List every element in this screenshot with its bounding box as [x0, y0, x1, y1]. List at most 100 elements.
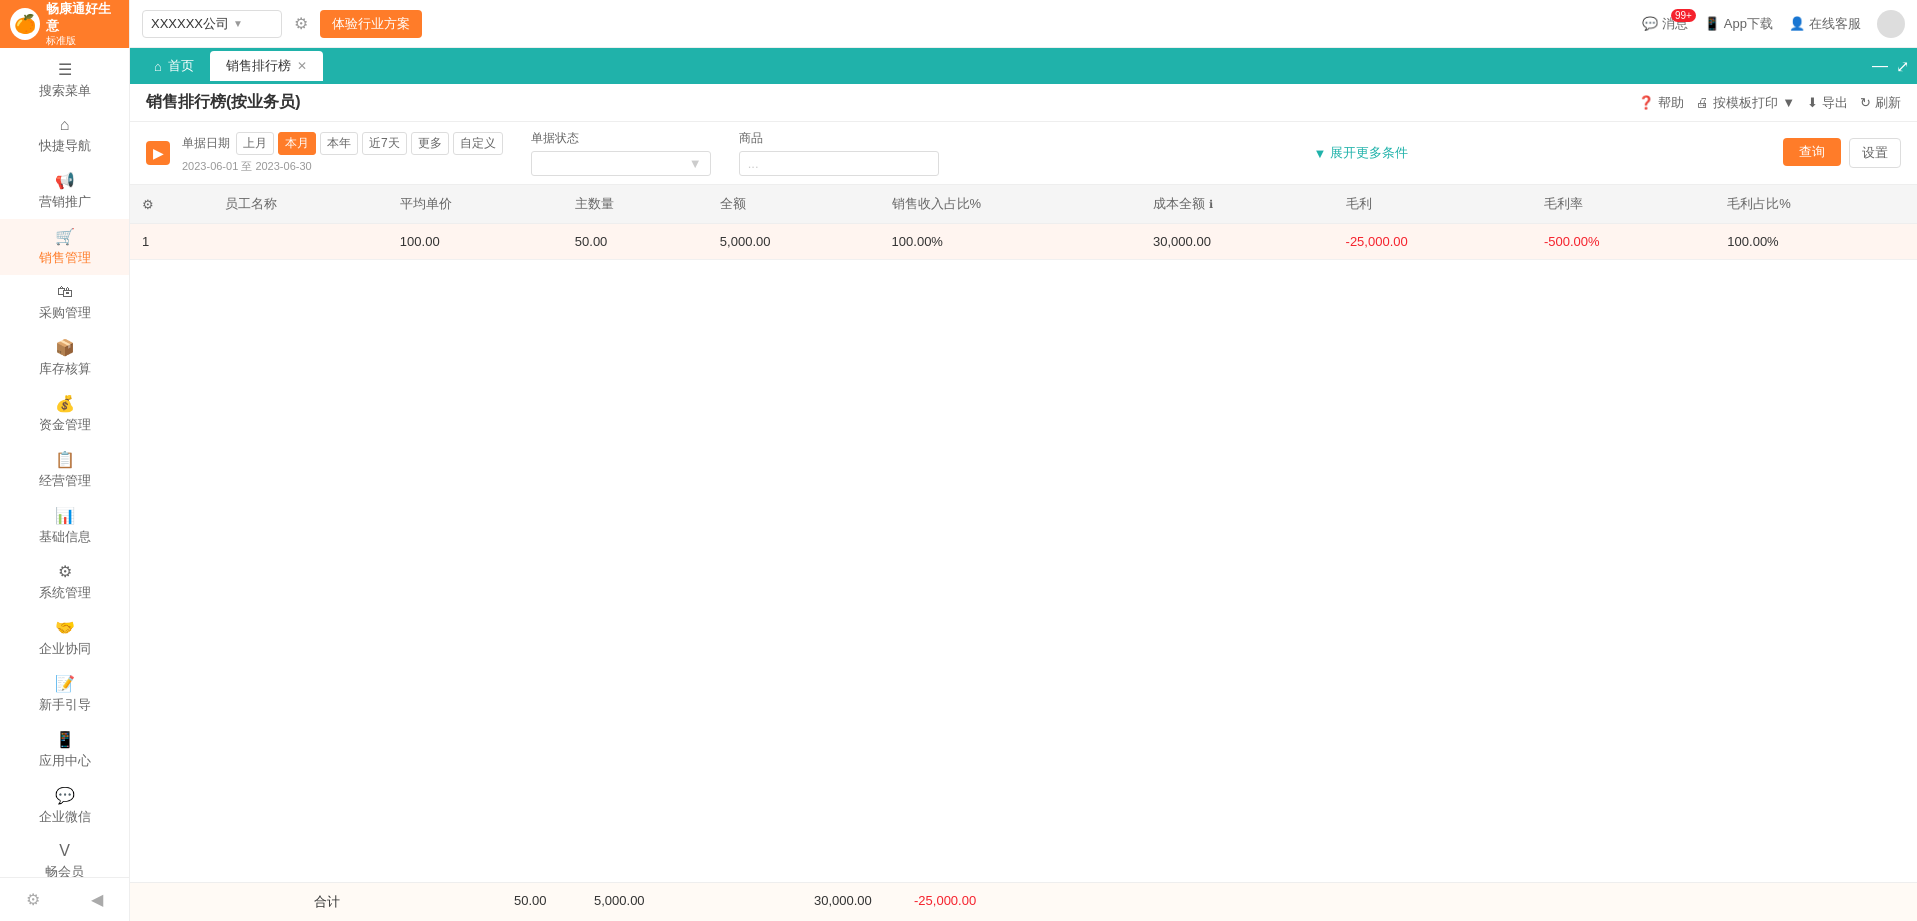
trial-button[interactable]: 体验行业方案	[320, 10, 422, 38]
sidebar-label-guide: 新手引导	[39, 696, 91, 714]
sidebar-label-wechat: 企业微信	[39, 808, 91, 826]
tab-minimize-icon[interactable]: —	[1872, 57, 1888, 75]
col-name: 员工名称	[213, 185, 388, 224]
query-button[interactable]: 查询	[1783, 138, 1841, 166]
date-options: 上月 本月 本年 近7天 更多 自定义	[236, 132, 503, 155]
footer-gross: -25,000.00	[902, 893, 1002, 911]
table-footer: 合计 50.00 5,000.00 30,000.00 -25,000.00	[130, 882, 1917, 921]
sidebar-label-member: 畅会员	[45, 863, 84, 877]
col-settings[interactable]: ⚙	[130, 185, 213, 224]
export-icon: ⬇	[1807, 95, 1818, 110]
date-btn-thismonth[interactable]: 本月	[278, 132, 316, 155]
footer-summary-label: 合计	[302, 893, 402, 911]
refresh-label: 刷新	[1875, 94, 1901, 112]
goods-label: 商品	[739, 130, 939, 147]
expand-icon: ▼	[1313, 146, 1326, 161]
sidebar-collapse-btn[interactable]: ◀	[87, 886, 107, 913]
sidebar-icon-system: ⚙	[58, 562, 72, 581]
date-label: 单据日期	[182, 135, 230, 152]
page-header: 销售排行榜(按业务员) ❓ 帮助 🖨 按模板打印 ▼ ⬇ 导出 ↻ 刷新	[130, 84, 1917, 122]
col-amount: 全额	[708, 185, 880, 224]
sidebar-label-purchase: 采购管理	[39, 304, 91, 322]
date-btn-7days[interactable]: 近7天	[362, 132, 407, 155]
export-btn[interactable]: ⬇ 导出	[1807, 94, 1848, 112]
sidebar-item-guide[interactable]: 📝新手引导	[0, 666, 129, 722]
footer-gross-ratio	[1102, 893, 1202, 911]
print-btn[interactable]: 🖨 按模板打印 ▼	[1696, 94, 1795, 112]
sidebar-icon-sales: 🛒	[55, 227, 75, 246]
date-btn-lastmonth[interactable]: 上月	[236, 132, 274, 155]
sidebar-item-wechat[interactable]: 💬企业微信	[0, 778, 129, 834]
sidebar-label-marketing: 营销推广	[39, 193, 91, 211]
cell-gross: -25,000.00	[1334, 224, 1532, 260]
sidebar-item-finance[interactable]: 💰资金管理	[0, 386, 129, 442]
message-btn[interactable]: 💬 消息 99+	[1642, 15, 1688, 33]
sidebar-item-app-center[interactable]: 📱应用中心	[0, 722, 129, 778]
cell-name	[213, 224, 388, 260]
sidebar-settings-btn[interactable]: ⚙	[22, 886, 44, 913]
sidebar-icon-enterprise: 🤝	[55, 618, 75, 637]
sidebar-item-basic-info[interactable]: 📊基础信息	[0, 498, 129, 554]
cost-info-icon[interactable]: ℹ	[1209, 198, 1213, 210]
refresh-btn[interactable]: ↻ 刷新	[1860, 94, 1901, 112]
sidebar-item-inventory[interactable]: 📦库存核算	[0, 330, 129, 386]
online-service-btn[interactable]: 👤 在线客服	[1789, 15, 1861, 33]
col-sales-ratio: 销售收入占比%	[880, 185, 1141, 224]
sidebar-item-marketing[interactable]: 📢营销推广	[0, 163, 129, 219]
tab-maximize-icon[interactable]: ⤢	[1896, 57, 1909, 76]
sidebar-label-sales: 销售管理	[39, 249, 91, 267]
sidebar-label-operations: 经营管理	[39, 472, 91, 490]
table-row: 1 100.00 50.00 5,000.00 100.00% 30,000.0…	[130, 224, 1917, 260]
status-select[interactable]: ▼	[531, 151, 711, 176]
logo-line2: 标准版	[46, 34, 119, 47]
date-btn-thisyear[interactable]: 本年	[320, 132, 358, 155]
help-btn[interactable]: ❓ 帮助	[1638, 94, 1684, 112]
sidebar-item-purchase[interactable]: 🛍采购管理	[0, 275, 129, 330]
date-btn-custom[interactable]: 自定义	[453, 132, 503, 155]
sales-rank-table: ⚙ 员工名称 平均单价 主数量 全额 销售收入占比% 成本全额 ℹ 毛利 毛利率…	[130, 185, 1917, 260]
filter-expand-btn[interactable]: ▶	[146, 141, 170, 165]
sidebar-item-sales[interactable]: 🛒 销售管理	[0, 219, 129, 275]
expand-more-btn[interactable]: ▼ 展开更多条件	[1313, 144, 1408, 162]
company-chevron-icon: ▼	[233, 18, 243, 29]
service-label: 在线客服	[1809, 15, 1861, 33]
app-download-btn[interactable]: 📱 App下载	[1704, 15, 1773, 33]
sidebar-icon-search-order: ☰	[58, 60, 72, 79]
sidebar-label-quick-nav: 快捷导航	[39, 137, 91, 155]
sidebar-item-search-order[interactable]: ☰搜索菜单	[0, 52, 129, 108]
table-container: ⚙ 员工名称 平均单价 主数量 全额 销售收入占比% 成本全额 ℹ 毛利 毛利率…	[130, 185, 1917, 882]
date-btn-more[interactable]: 更多	[411, 132, 449, 155]
tab-bar: ⌂ 首页 销售排行榜 ✕ — ⤢	[130, 48, 1917, 84]
goods-input[interactable]: ...	[739, 151, 939, 176]
sidebar-item-enterprise[interactable]: 🤝 企业协同	[0, 610, 129, 666]
sidebar-label-enterprise: 企业协同	[39, 640, 91, 658]
sidebar-label-app-center: 应用中心	[39, 752, 91, 770]
sidebar-item-member[interactable]: V畅会员	[0, 834, 129, 877]
status-chevron-icon: ▼	[689, 156, 702, 171]
sidebar-item-quick-nav[interactable]: ⌂快捷导航	[0, 108, 129, 163]
sidebar-icon-basic-info: 📊	[55, 506, 75, 525]
message-icon: 💬	[1642, 16, 1658, 31]
sidebar-item-operations[interactable]: 📋经营管理	[0, 442, 129, 498]
tabs-right-controls: — ⤢	[1872, 57, 1909, 76]
print-label: 按模板打印	[1713, 94, 1778, 112]
sidebar-item-system[interactable]: ⚙系统管理	[0, 554, 129, 610]
user-avatar[interactable]	[1877, 10, 1905, 38]
sidebar-icon-inventory: 📦	[55, 338, 75, 357]
company-name: XXXXXX公司	[151, 15, 229, 33]
cell-rank: 1	[130, 224, 213, 260]
home-icon: ⌂	[154, 59, 162, 74]
tab-close-icon[interactable]: ✕	[297, 59, 307, 73]
tab-home[interactable]: ⌂ 首页	[138, 51, 210, 81]
sidebar-logo: 🍊 畅康通好生意 标准版	[0, 0, 129, 48]
footer-amount: 5,000.00	[582, 893, 682, 911]
settings-button[interactable]: 设置	[1849, 138, 1901, 168]
col-gross-ratio: 毛利占比%	[1715, 185, 1917, 224]
company-selector[interactable]: XXXXXX公司 ▼	[142, 10, 282, 38]
tab-sales-rank[interactable]: 销售排行榜 ✕	[210, 51, 323, 81]
page-title: 销售排行榜(按业务员)	[146, 92, 301, 113]
topbar-gear-icon[interactable]: ⚙	[290, 10, 312, 37]
status-filter-group: 单据状态 ▼	[531, 130, 711, 176]
logo-text: 畅康通好生意 标准版	[46, 1, 119, 48]
help-label: 帮助	[1658, 94, 1684, 112]
